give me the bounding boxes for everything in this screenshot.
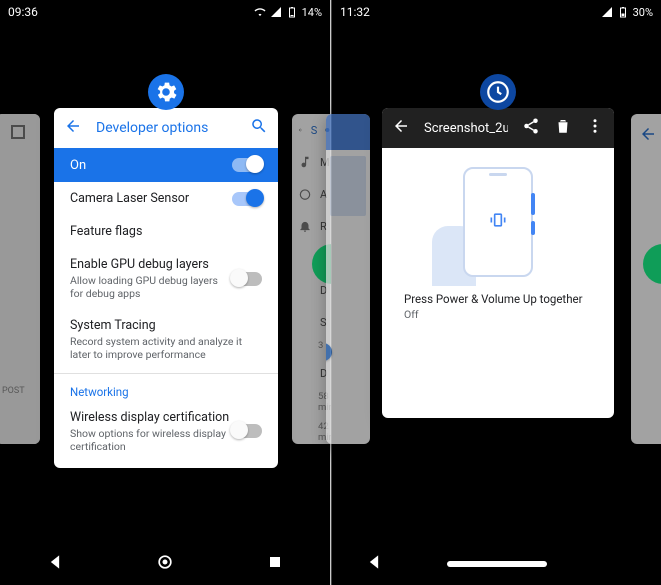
back-arrow-icon (64, 117, 82, 135)
vibrate-icon (488, 210, 508, 230)
status-clock: 11:32 (340, 5, 370, 19)
setting-row-camera-laser[interactable]: Camera Laser Sensor (54, 182, 278, 215)
navigation-bar (0, 543, 330, 585)
status-indicators: 14% (254, 6, 322, 19)
nav-recents-button[interactable] (265, 552, 285, 576)
section-networking: Networking (54, 376, 278, 401)
nav-home-button[interactable] (155, 552, 175, 576)
status-indicators: 30% (601, 6, 653, 19)
battery-pct: 14% (302, 6, 322, 19)
appbar-title: Developer options (96, 120, 236, 136)
master-switch-label: On (70, 158, 232, 173)
back-arrow-icon (392, 117, 410, 135)
back-button[interactable] (64, 117, 82, 139)
screenshot-app-icon (485, 79, 511, 105)
nav-back-icon (364, 552, 384, 572)
square-icon (11, 125, 25, 139)
recents-app-icon-screenshot[interactable] (480, 74, 516, 110)
master-switch-row[interactable]: On (54, 148, 278, 182)
navigation-bar (332, 543, 661, 585)
back-arrow-icon (298, 123, 303, 137)
status-bar: 09:36 14% (0, 0, 330, 24)
music-note-icon (298, 155, 312, 169)
screenshot-hint-title: Press Power & Volume Up together (404, 292, 592, 306)
post-label: POST (2, 386, 25, 396)
toggle-wireless-cert[interactable] (232, 424, 262, 438)
battery-pct: 30% (633, 6, 653, 19)
trash-icon (554, 117, 572, 135)
status-clock: 09:36 (8, 5, 38, 19)
battery-icon (286, 6, 298, 18)
nav-recents-icon (265, 552, 285, 572)
recents-card-main[interactable]: Screenshot_2u1805… Press Power & Volume … (382, 108, 614, 418)
recents-card-left-partial[interactable]: POST (0, 114, 40, 444)
setting-row-system-tracing[interactable]: System Tracing Record system activity an… (54, 309, 278, 370)
wifi-icon (254, 6, 266, 18)
search-icon (250, 117, 268, 135)
setting-row-wireless-cert[interactable]: Wireless display certification Show opti… (54, 401, 278, 462)
nav-back-icon (45, 552, 65, 572)
share-button[interactable] (522, 117, 540, 139)
battery-icon (617, 6, 629, 18)
recents-card-left-partial[interactable] (326, 114, 370, 444)
toggle-camera-laser[interactable] (232, 192, 262, 206)
nav-back-button[interactable] (45, 552, 65, 576)
nav-back-button[interactable] (364, 552, 384, 576)
bell-icon (298, 219, 312, 233)
status-bar: 11:32 30% (332, 0, 661, 24)
screenshot-title: Screenshot_2u1805… (424, 121, 508, 136)
setting-row-wifi-verbose[interactable]: Enable Wi-Fi Verbose Logging Increase Wi… (54, 462, 278, 468)
share-icon (522, 117, 540, 135)
nav-home-pill[interactable] (447, 561, 547, 567)
alarm-icon (298, 187, 312, 201)
gear-icon (153, 79, 179, 105)
master-switch[interactable] (232, 158, 262, 172)
overflow-button[interactable] (586, 117, 604, 139)
nav-home-icon (155, 552, 175, 572)
delete-button[interactable] (554, 117, 572, 139)
dev-appbar: Developer options (54, 108, 278, 148)
toggle-gpu-debug[interactable] (232, 272, 262, 286)
setting-row-feature-flags[interactable]: Feature flags (54, 215, 278, 248)
screenshot-illustration (392, 162, 604, 282)
setting-row-gpu-debug[interactable]: Enable GPU debug layers Allow loading GP… (54, 248, 278, 309)
recents-app-icon-settings[interactable] (148, 74, 184, 110)
screenshot-hint-sub: Off (404, 308, 592, 321)
back-button[interactable] (392, 117, 410, 139)
more-vert-icon (586, 117, 604, 135)
signal-icon (601, 6, 613, 18)
search-button[interactable] (250, 117, 268, 139)
signal-icon (270, 6, 282, 18)
back-arrow-icon (639, 125, 657, 143)
screenshot-appbar: Screenshot_2u1805… (382, 108, 614, 148)
recents-card-main[interactable]: Developer options On Camera Laser Sensor… (54, 108, 278, 468)
